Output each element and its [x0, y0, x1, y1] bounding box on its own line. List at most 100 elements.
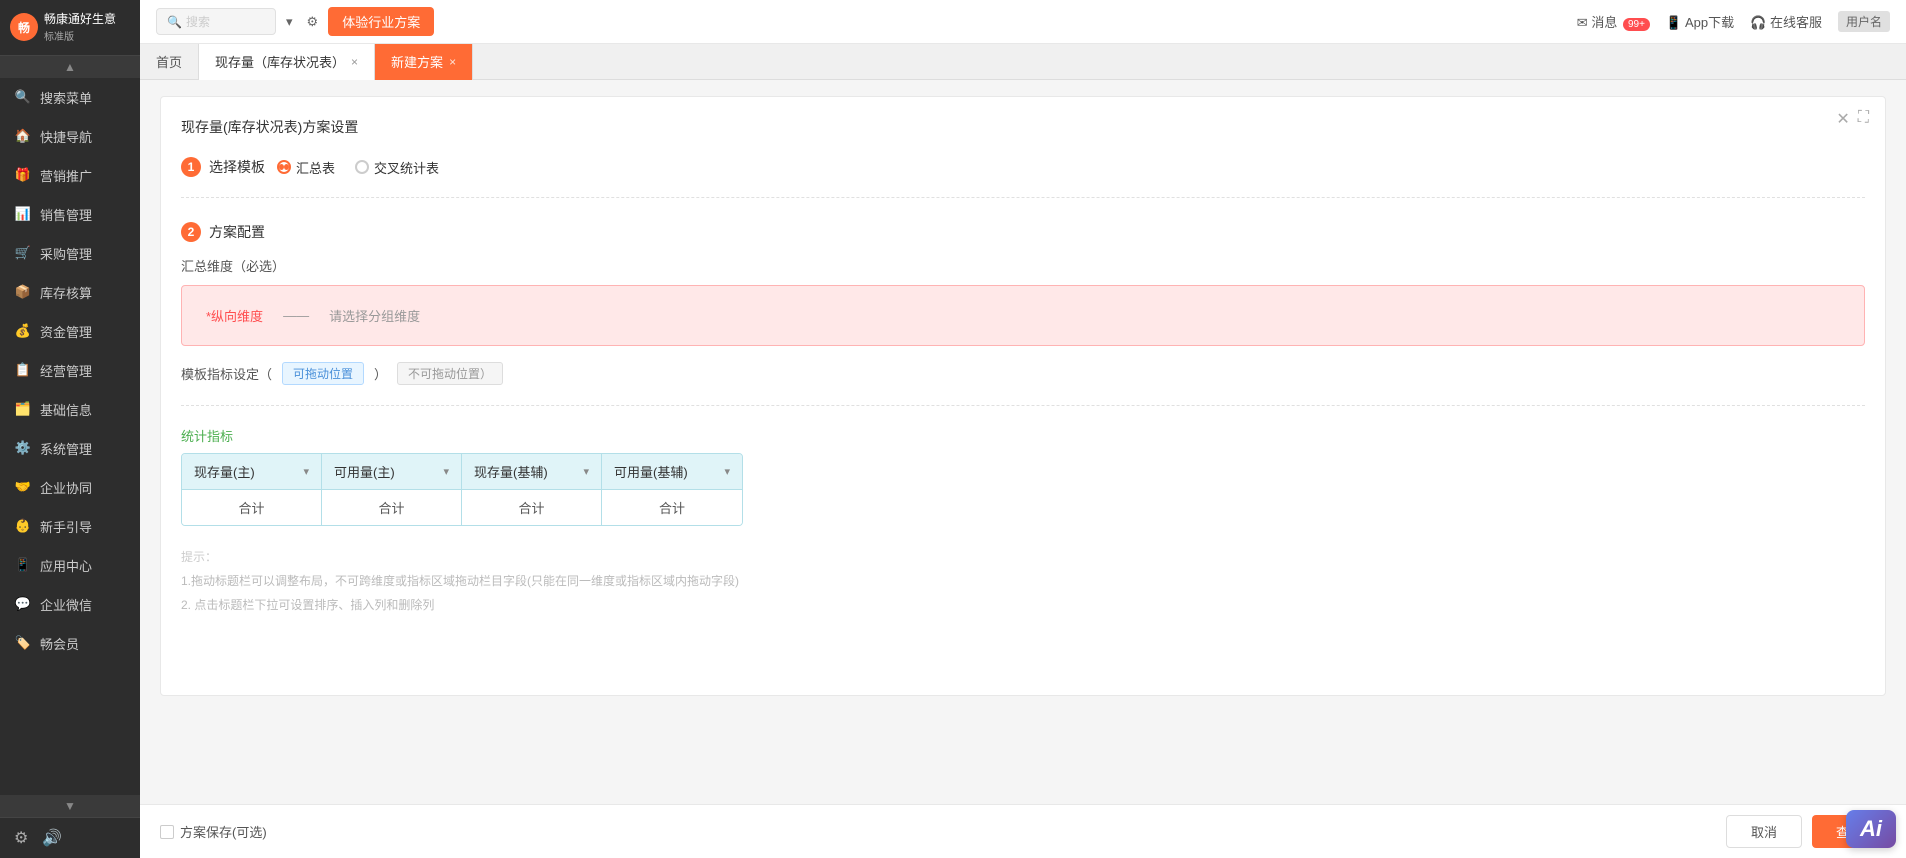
- settings-icon[interactable]: ⚙: [14, 828, 28, 848]
- radio-cross[interactable]: 交叉统计表: [355, 158, 439, 177]
- inventory-icon: 📦: [14, 283, 32, 301]
- sidebar-item-quick-nav[interactable]: 🏠 快捷导航: [0, 117, 140, 156]
- cancel-button[interactable]: 取消: [1726, 815, 1802, 848]
- indicator-movable-badge: 可拖动位置: [282, 362, 364, 385]
- stats-col-header-3[interactable]: 可用量(基辅) ▾: [602, 454, 742, 489]
- sidebar-item-search-menu[interactable]: 🔍 搜索菜单: [0, 78, 140, 117]
- section-template: 1 选择模板 汇总表 交叉统计表: [181, 157, 1865, 198]
- col0-chevron[interactable]: ▾: [303, 465, 309, 478]
- stats-col-label-3: 可用量(基辅): [614, 462, 688, 481]
- sidebar-item-operations[interactable]: 📋 经营管理: [0, 351, 140, 390]
- app-name-block: 畅康通好生意 标准版: [44, 12, 116, 43]
- ai-badge[interactable]: Ai: [1846, 810, 1896, 848]
- dimension-dash: ——: [283, 308, 309, 323]
- section1-title: 选择模板: [209, 157, 265, 177]
- enterprise-icon: 🤝: [14, 478, 32, 496]
- marketing-icon: 🎁: [14, 166, 32, 184]
- stats-section-title: 统计指标: [181, 426, 1865, 445]
- search-menu-icon: 🔍: [14, 88, 32, 106]
- tips-title: 提示：: [181, 550, 217, 564]
- message-link[interactable]: ✉ 消息 99+: [1577, 12, 1650, 31]
- stats-table: 现存量(主) ▾ 可用量(主) ▾ 现存量(基辅) ▾ 可用量(基辅): [181, 453, 743, 526]
- col3-chevron[interactable]: ▾: [724, 465, 730, 478]
- sidebar-item-purchase[interactable]: 🛒 采购管理: [0, 234, 140, 273]
- radio-summary-label: 汇总表: [296, 158, 335, 177]
- panel-close-button[interactable]: ✕: [1836, 109, 1849, 129]
- sidebar-label-search-menu: 搜索菜单: [40, 88, 92, 107]
- headset-icon: 🎧: [1750, 15, 1766, 30]
- radio-cross-label: 交叉统计表: [374, 158, 439, 177]
- dimension-box[interactable]: *纵向维度 —— 请选择分组维度: [181, 285, 1865, 346]
- sidebar-scroll-down[interactable]: ▼: [0, 795, 140, 817]
- basic-info-icon: 🗂️: [14, 400, 32, 418]
- sidebar-item-system[interactable]: ⚙️ 系统管理: [0, 429, 140, 468]
- template-options: 汇总表 交叉统计表: [277, 158, 439, 177]
- sidebar-item-apps[interactable]: 📱 应用中心: [0, 546, 140, 585]
- stats-col-header-1[interactable]: 可用量(主) ▾: [322, 454, 462, 489]
- tab-inventory-status-close[interactable]: ×: [351, 55, 358, 69]
- sidebar-item-inventory[interactable]: 📦 库存核算: [0, 273, 140, 312]
- section1-header: 1 选择模板 汇总表 交叉统计表: [181, 157, 1865, 177]
- sidebar-item-finance[interactable]: 💰 资金管理: [0, 312, 140, 351]
- sidebar-item-member[interactable]: 🏷️ 畅会员: [0, 624, 140, 663]
- tab-inventory-status-label: 现存量（库存状况表）: [215, 52, 345, 71]
- topbar-gear-icon[interactable]: ⚙: [307, 14, 319, 30]
- tab-new-scheme-label: 新建方案: [391, 52, 443, 71]
- save-option[interactable]: 方案保存(可选): [160, 822, 267, 841]
- stats-col-header-0[interactable]: 现存量(主) ▾: [182, 454, 322, 489]
- tab-home[interactable]: 首页: [140, 44, 199, 80]
- message-badge: 99+: [1623, 18, 1650, 31]
- search-icon: 🔍: [167, 15, 182, 29]
- stats-table-header: 现存量(主) ▾ 可用量(主) ▾ 现存量(基辅) ▾ 可用量(基辅): [182, 454, 742, 489]
- sidebar-item-newbie[interactable]: 👶 新手引导: [0, 507, 140, 546]
- sidebar-label-apps: 应用中心: [40, 556, 92, 575]
- content-area: ✕ ⛶ 现存量(库存状况表)方案设置 1 选择模板 汇总表: [140, 80, 1906, 804]
- member-icon: 🏷️: [14, 634, 32, 652]
- sidebar-label-inventory: 库存核算: [40, 283, 92, 302]
- indicator-separator: ）: [374, 364, 387, 383]
- sidebar-label-quick-nav: 快捷导航: [40, 127, 92, 146]
- app-download-link[interactable]: 📱 App下载: [1666, 12, 1734, 31]
- indicator-settings: 模板指标设定（ 可拖动位置 ） 不可拖动位置）: [181, 362, 1865, 385]
- sidebar-item-enterprise[interactable]: 🤝 企业协同: [0, 468, 140, 507]
- sidebar-item-wechat[interactable]: 💬 企业微信: [0, 585, 140, 624]
- stats-col-header-2[interactable]: 现存量(基辅) ▾: [462, 454, 602, 489]
- dimension-required-text: *纵向维度: [206, 306, 263, 325]
- tab-new-scheme-close[interactable]: ×: [449, 55, 456, 69]
- sales-icon: 📊: [14, 205, 32, 223]
- sidebar-bottom: ⚙ 🔊: [0, 817, 140, 858]
- topbar-search-box[interactable]: 🔍 搜索: [156, 8, 276, 35]
- panel-expand-button[interactable]: ⛶: [1858, 109, 1869, 129]
- indicator-immovable-badge: 不可拖动位置）: [397, 362, 503, 385]
- sidebar-label-operations: 经营管理: [40, 361, 92, 380]
- col2-chevron[interactable]: ▾: [583, 465, 589, 478]
- sidebar-label-finance: 资金管理: [40, 322, 92, 341]
- radio-summary[interactable]: 汇总表: [277, 158, 335, 177]
- tips-section: 提示： 1.拖动标题栏可以调整布局，不可跨维度或指标区域拖动栏目字段(只能在同一…: [181, 545, 1865, 617]
- sidebar-label-purchase: 采购管理: [40, 244, 92, 263]
- panel-title: 现存量(库存状况表)方案设置: [181, 117, 1865, 137]
- app-logo-icon: 畅: [10, 13, 38, 41]
- sidebar-label-member: 畅会员: [40, 634, 79, 653]
- col1-chevron[interactable]: ▾: [443, 465, 449, 478]
- dimension-placeholder: 请选择分组维度: [329, 306, 420, 325]
- purchase-icon: 🛒: [14, 244, 32, 262]
- bottom-bar: 方案保存(可选) 取消 查询: [140, 804, 1906, 858]
- online-service-link[interactable]: 🎧 在线客服: [1750, 12, 1822, 31]
- finance-icon: 💰: [14, 322, 32, 340]
- sidebar-item-marketing[interactable]: 🎁 营销推广: [0, 156, 140, 195]
- sidebar-item-basic-info[interactable]: 🗂️ 基础信息: [0, 390, 140, 429]
- tab-inventory-status[interactable]: 现存量（库存状况表） ×: [199, 44, 375, 80]
- user-info[interactable]: 用户名: [1838, 11, 1890, 32]
- sidebar-label-basic-info: 基础信息: [40, 400, 92, 419]
- system-icon: ⚙️: [14, 439, 32, 457]
- sidebar-scroll-up[interactable]: ▲: [0, 56, 140, 78]
- sidebar-item-sales[interactable]: 📊 销售管理: [0, 195, 140, 234]
- topbar-cta-button[interactable]: 体验行业方案: [328, 7, 434, 36]
- tab-new-scheme[interactable]: 新建方案 ×: [375, 44, 473, 80]
- speaker-icon[interactable]: 🔊: [42, 828, 62, 848]
- search-text: 搜索: [186, 13, 210, 30]
- topbar-dropdown-icon[interactable]: ▾: [286, 14, 293, 30]
- stats-table-body: 合计 合计 合计 合计: [182, 489, 742, 525]
- save-checkbox[interactable]: [160, 825, 174, 839]
